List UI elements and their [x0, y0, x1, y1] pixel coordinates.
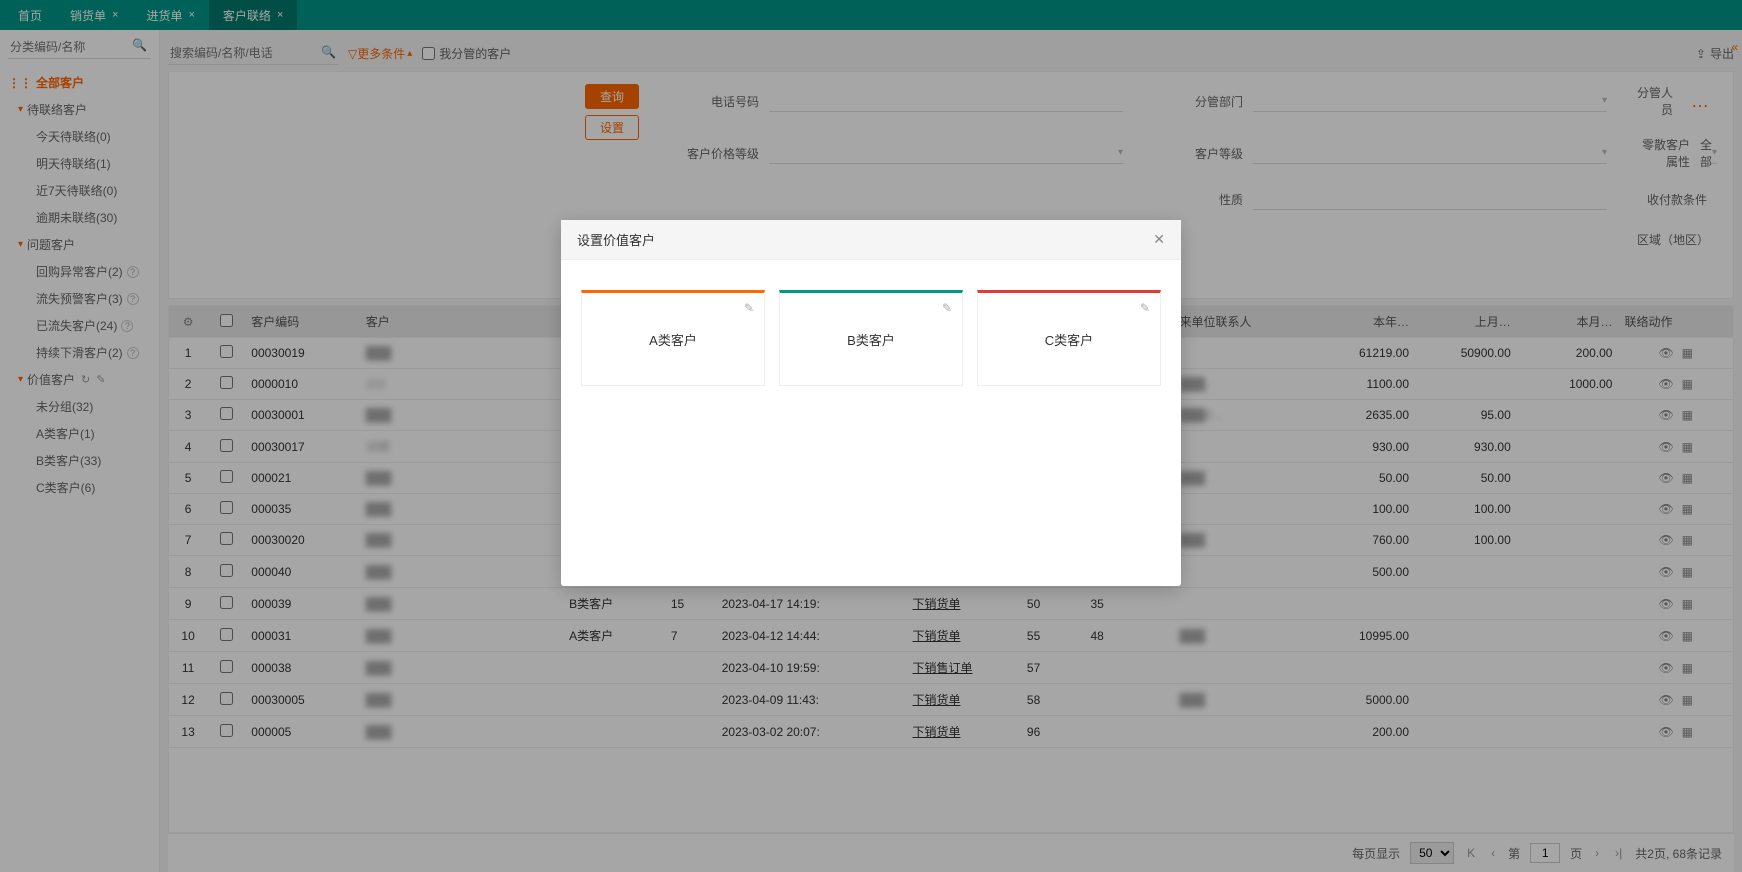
- value-card[interactable]: ✎ C类客户: [977, 290, 1161, 386]
- edit-icon[interactable]: ✎: [744, 301, 754, 315]
- card-label: B类客户: [847, 330, 895, 349]
- value-customer-modal: 设置价值客户 ✕ ✎ A类客户 ✎ B类客户 ✎ C类客户: [561, 220, 1181, 586]
- value-card[interactable]: ✎ B类客户: [779, 290, 963, 386]
- close-icon[interactable]: ✕: [1153, 231, 1165, 248]
- card-label: A类客户: [649, 330, 697, 349]
- value-card[interactable]: ✎ A类客户: [581, 290, 765, 386]
- modal-title: 设置价值客户: [577, 230, 655, 249]
- modal-overlay[interactable]: 设置价值客户 ✕ ✎ A类客户 ✎ B类客户 ✎ C类客户: [0, 0, 1742, 872]
- card-label: C类客户: [1045, 330, 1093, 349]
- edit-icon[interactable]: ✎: [942, 301, 952, 315]
- edit-icon[interactable]: ✎: [1140, 301, 1150, 315]
